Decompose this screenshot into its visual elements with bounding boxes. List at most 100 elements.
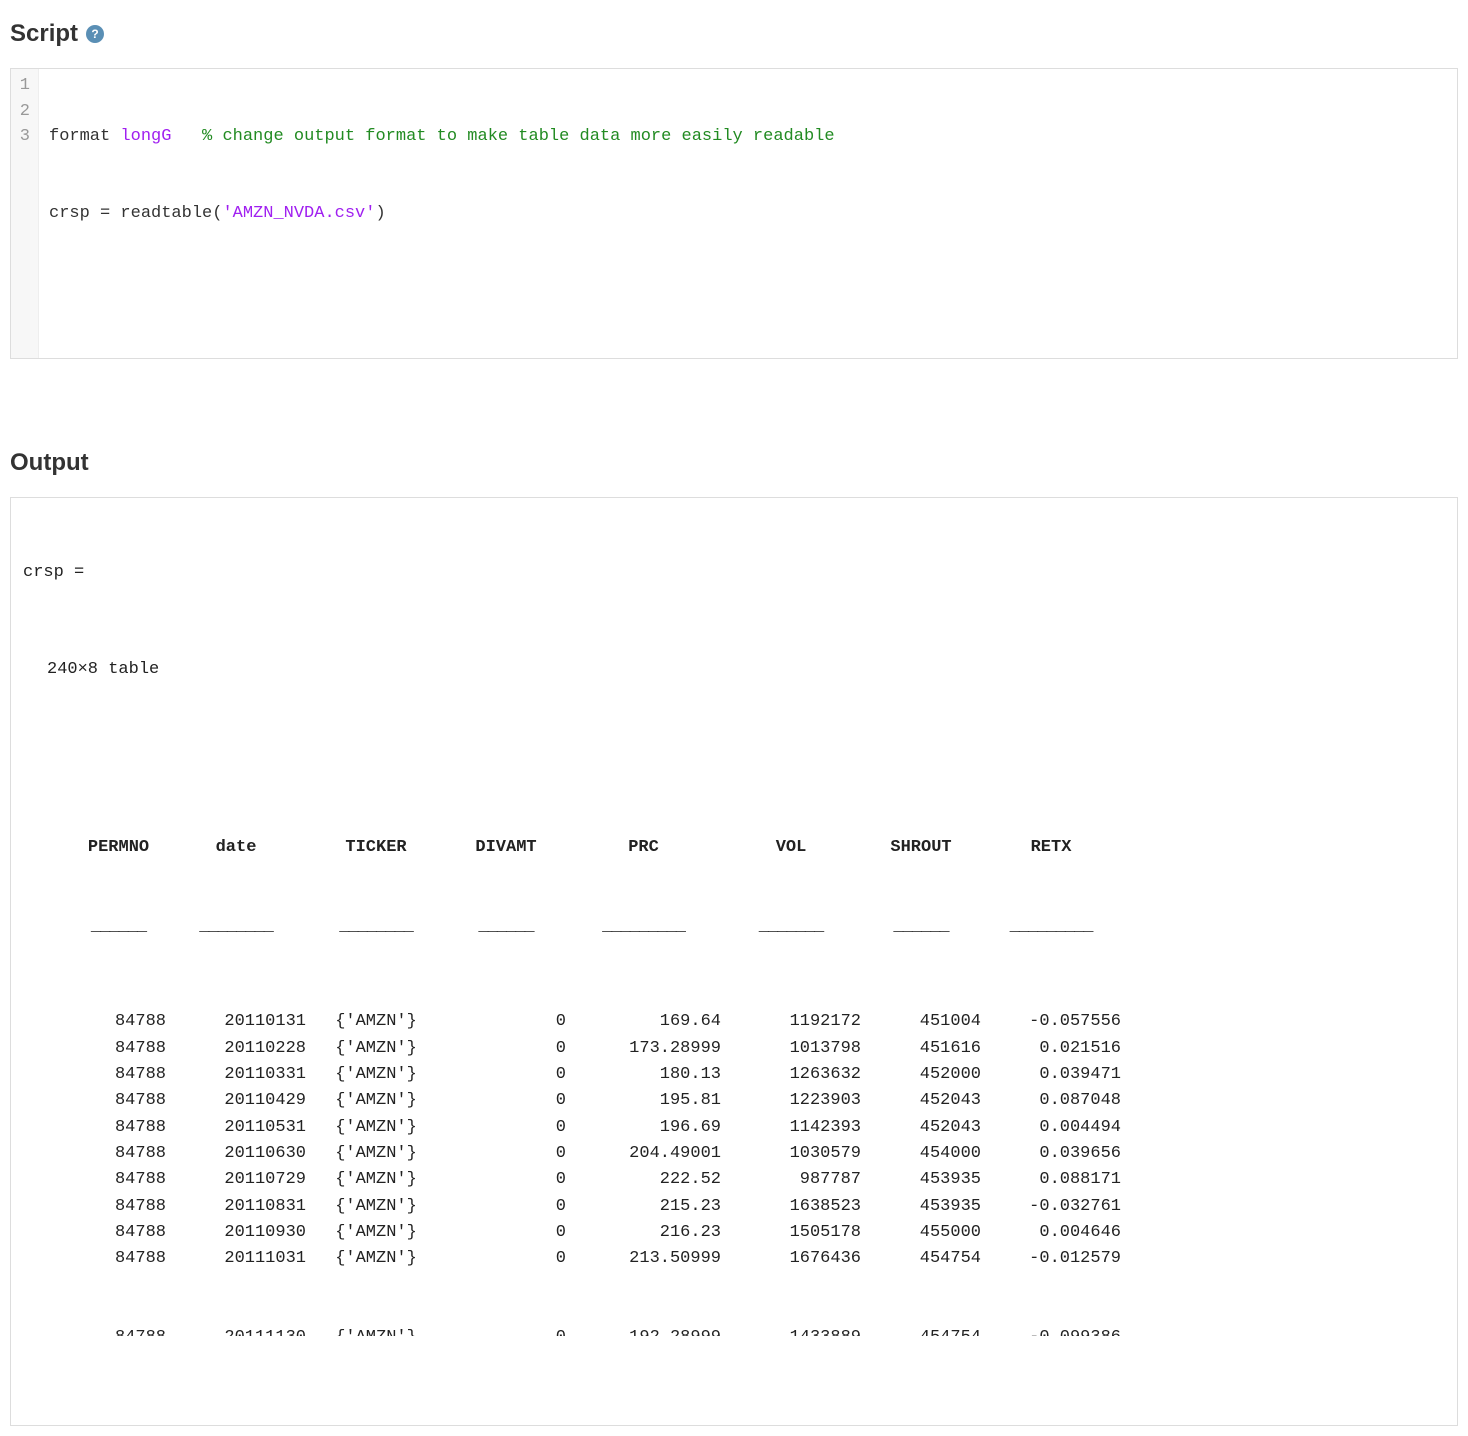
cell-vol: 1263632	[721, 1062, 861, 1088]
cell-date: 20110930	[166, 1220, 306, 1246]
table-row: 8478820110630{'AMZN'}0204.49001103057945…	[71, 1141, 1445, 1167]
cell-retx: -0.099386	[981, 1325, 1121, 1335]
cell-vol: 1192172	[721, 1009, 861, 1035]
cell-date: 20111031	[166, 1246, 306, 1272]
cell-permno: 84788	[71, 1220, 166, 1246]
cell-shrout: 452043	[861, 1088, 981, 1114]
cell-ticker: {'AMZN'}	[306, 1088, 446, 1114]
cell-vol: 1433889	[721, 1325, 861, 1335]
cell-divamt: 0	[446, 1088, 566, 1114]
cell-ticker: {'AMZN'}	[306, 1194, 446, 1220]
cell-ticker: {'AMZN'}	[306, 1167, 446, 1193]
cell-vol: 1505178	[721, 1220, 861, 1246]
cell-retx: 0.021516	[981, 1036, 1121, 1062]
output-panel: crsp = 240×8 table PERMNO date TICKER DI…	[10, 497, 1458, 1426]
col-underline: ______	[446, 914, 566, 940]
cell-ticker: {'AMZN'}	[306, 1220, 446, 1246]
cell-date: 20110131	[166, 1009, 306, 1035]
cell-prc: 192.28999	[566, 1325, 721, 1335]
help-icon[interactable]: ?	[86, 25, 104, 43]
col-underline: ________	[306, 914, 446, 940]
col-header-retx: RETX	[981, 835, 1121, 861]
table-row: 8478820110831{'AMZN'}0215.23163852345393…	[71, 1194, 1445, 1220]
cell-date: 20110331	[166, 1062, 306, 1088]
cell-prc: 213.50999	[566, 1246, 721, 1272]
cell-divamt: 0	[446, 1325, 566, 1335]
cell-permno: 84788	[71, 1246, 166, 1272]
cell-shrout: 455000	[861, 1220, 981, 1246]
cell-divamt: 0	[446, 1167, 566, 1193]
code-line-2: crsp = readtable('AMZN_NVDA.csv')	[49, 201, 1447, 227]
cell-divamt: 0	[446, 1194, 566, 1220]
cell-ticker: {'AMZN'}	[306, 1062, 446, 1088]
line-number: 3	[19, 124, 30, 150]
cell-retx: 0.088171	[981, 1167, 1121, 1193]
editor-content[interactable]: format longG % change output format to m…	[39, 69, 1457, 358]
cell-vol: 987787	[721, 1167, 861, 1193]
col-header-vol: VOL	[721, 835, 861, 861]
cell-date: 20110429	[166, 1088, 306, 1114]
cell-vol: 1223903	[721, 1088, 861, 1114]
cell-retx: 0.004494	[981, 1115, 1121, 1141]
table-row: 8478820110729{'AMZN'}0222.52987787453935…	[71, 1167, 1445, 1193]
cell-permno: 84788	[71, 1036, 166, 1062]
code-token: format	[49, 127, 110, 146]
cell-permno: 84788	[71, 1194, 166, 1220]
cell-shrout: 453935	[861, 1194, 981, 1220]
col-header-permno: PERMNO	[71, 835, 166, 861]
cell-permno: 84788	[71, 1115, 166, 1141]
table-row-partial: 84788 20111130 {'AMZN'} 0 192.28999 1433…	[71, 1325, 1445, 1335]
code-token-comment: % change output format to make table dat…	[202, 127, 835, 146]
table-row: 8478820110429{'AMZN'}0195.81122390345204…	[71, 1088, 1445, 1114]
code-line-1: format longG % change output format to m…	[49, 124, 1447, 150]
col-header-shrout: SHROUT	[861, 835, 981, 861]
script-heading: Script ?	[10, 20, 1458, 48]
cell-permno: 84788	[71, 1325, 166, 1335]
table-row: 8478820110930{'AMZN'}0216.23150517845500…	[71, 1220, 1445, 1246]
cell-prc: 215.23	[566, 1194, 721, 1220]
cell-divamt: 0	[446, 1062, 566, 1088]
code-token: )	[375, 204, 385, 223]
output-heading-text: Output	[10, 449, 89, 477]
cell-retx: 0.004646	[981, 1220, 1121, 1246]
cell-permno: 84788	[71, 1088, 166, 1114]
cell-retx: 0.039471	[981, 1062, 1121, 1088]
cell-ticker: {'AMZN'}	[306, 1246, 446, 1272]
cell-ticker: {'AMZN'}	[306, 1141, 446, 1167]
cell-shrout: 454000	[861, 1141, 981, 1167]
editor-gutter: 1 2 3	[11, 69, 39, 358]
cell-vol: 1013798	[721, 1036, 861, 1062]
cell-shrout: 452043	[861, 1115, 981, 1141]
cell-divamt: 0	[446, 1141, 566, 1167]
line-number: 1	[19, 73, 30, 99]
table-row: 8478820110531{'AMZN'}0196.69114239345204…	[71, 1115, 1445, 1141]
cell-retx: 0.039656	[981, 1141, 1121, 1167]
col-underline: ______	[71, 914, 166, 940]
code-token-keyword: longG	[120, 127, 171, 146]
cell-divamt: 0	[446, 1246, 566, 1272]
cell-prc: 204.49001	[566, 1141, 721, 1167]
cell-date: 20110729	[166, 1167, 306, 1193]
output-table: PERMNO date TICKER DIVAMT PRC VOL SHROUT…	[71, 783, 1445, 1389]
script-heading-text: Script	[10, 20, 78, 48]
cell-divamt: 0	[446, 1115, 566, 1141]
col-underline: _______	[721, 914, 861, 940]
output-dims: 240×8 table	[47, 657, 1445, 683]
cell-shrout: 454754	[861, 1246, 981, 1272]
cell-permno: 84788	[71, 1141, 166, 1167]
table-row: 8478820110131{'AMZN'}0169.64119217245100…	[71, 1009, 1445, 1035]
code-editor[interactable]: 1 2 3 format longG % change output forma…	[10, 68, 1458, 359]
col-header-prc: PRC	[566, 835, 721, 861]
cell-vol: 1676436	[721, 1246, 861, 1272]
cell-retx: -0.032761	[981, 1194, 1121, 1220]
code-token: crsp = readtable(	[49, 204, 222, 223]
cell-prc: 169.64	[566, 1009, 721, 1035]
cell-shrout: 453935	[861, 1167, 981, 1193]
col-underline: _________	[981, 914, 1121, 940]
col-underline: ________	[166, 914, 306, 940]
cell-retx: -0.057556	[981, 1009, 1121, 1035]
cell-vol: 1638523	[721, 1194, 861, 1220]
cell-shrout: 454754	[861, 1325, 981, 1335]
cell-divamt: 0	[446, 1036, 566, 1062]
cell-retx: -0.012579	[981, 1246, 1121, 1272]
